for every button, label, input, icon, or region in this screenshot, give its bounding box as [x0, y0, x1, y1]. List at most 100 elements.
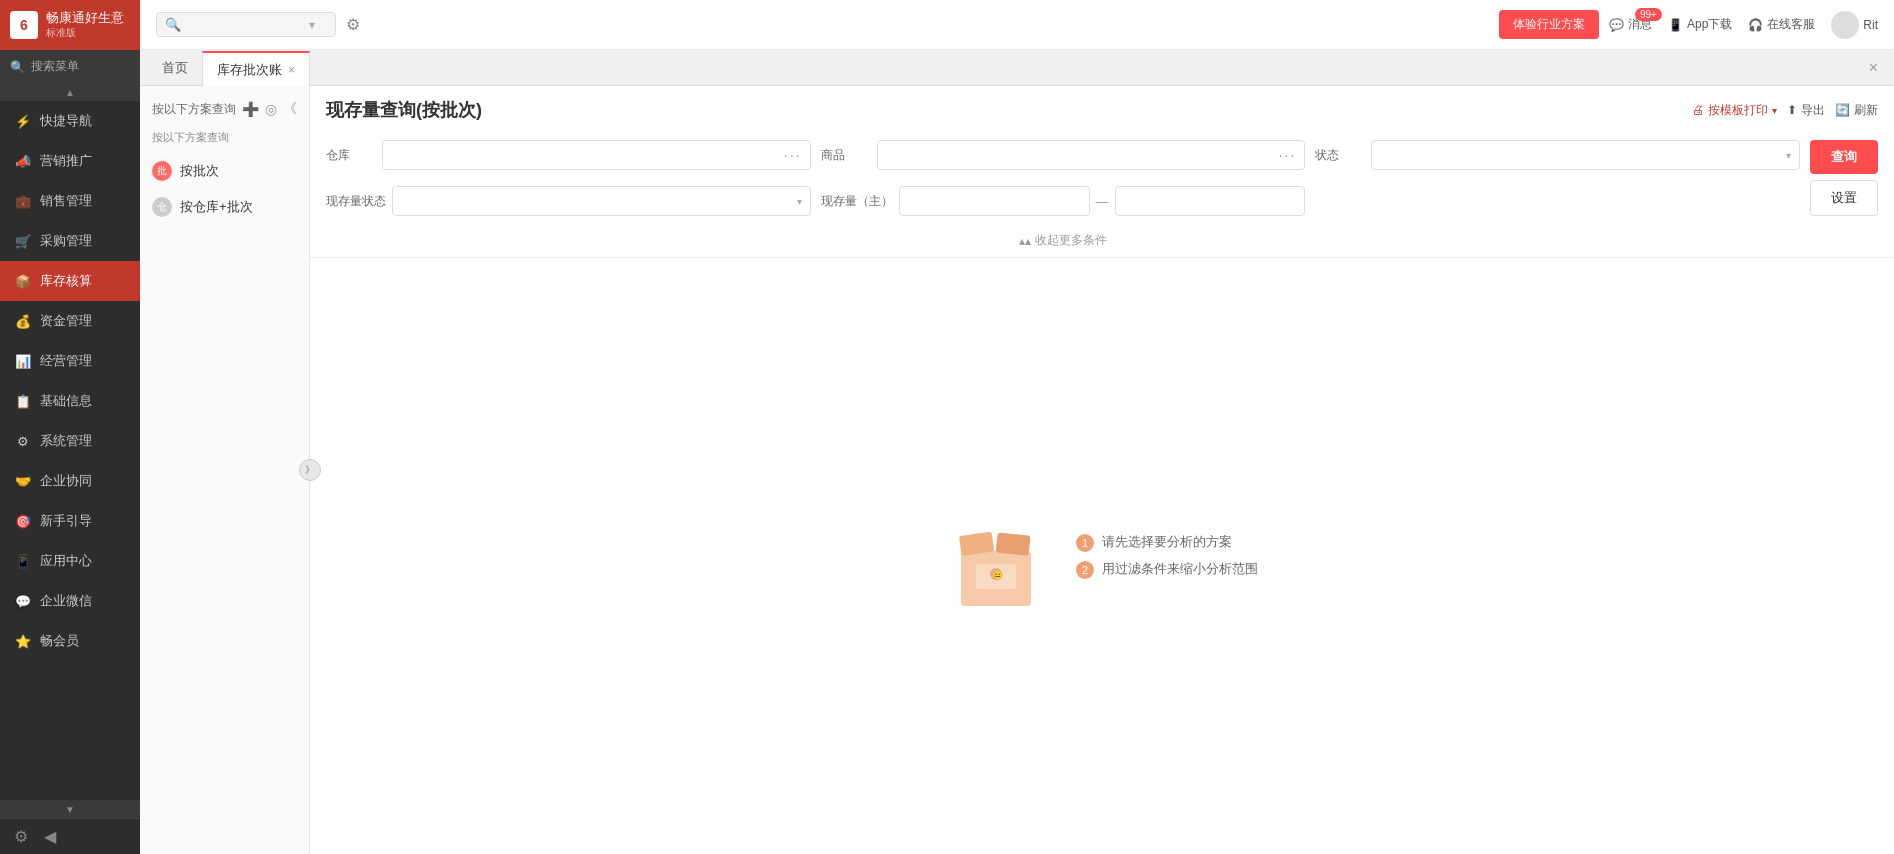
empty-tips: 1 请先选择要分析的方案 2 用过滤条件来缩小分析范围 [1076, 533, 1258, 579]
sidebar-item-member[interactable]: ⭐ 畅会员 [0, 621, 140, 661]
sidebar-item-appcenter[interactable]: 📱 应用中心 [0, 541, 140, 581]
sidebar-item-label: 资金管理 [40, 312, 92, 330]
experience-btn[interactable]: 体验行业方案 [1499, 10, 1599, 39]
empty-illustration: 😐 [946, 506, 1046, 606]
settings-bottom-icon[interactable]: ⚙ [14, 827, 28, 846]
sidebar-item-system[interactable]: ⚙ 系统管理 [0, 421, 140, 461]
filter-row-2: 现存量状态 ▾ 现存量（主） — [326, 178, 1800, 224]
sidebar-bottom: ⚙ ◀ [0, 818, 140, 854]
tip-2: 2 用过滤条件来缩小分析范围 [1076, 560, 1258, 579]
filter-main-row: 仓库 ··· 商品 ··· [326, 132, 1878, 257]
warehouse-label: 仓库 [326, 147, 376, 164]
tabbar: 首页 库存批次账 × × [140, 50, 1894, 86]
search-label: 搜索菜单 [31, 58, 79, 75]
sales-icon: 💼 [14, 192, 32, 210]
tab-home[interactable]: 首页 [148, 51, 202, 85]
stock-status-select[interactable]: ▾ [392, 186, 811, 216]
scheme-by-warehouse-batch-icon: 仓 [152, 197, 172, 217]
scroll-down-btn[interactable]: ▼ [0, 800, 140, 818]
status-field: 状态 ▾ [1315, 140, 1800, 170]
right-panel: 现存量查询(按批次) 🖨 按模板打印 ▾ ⬆ 导出 🔄 [310, 86, 1894, 854]
sidebar-item-purchase[interactable]: 🛒 采购管理 [0, 221, 140, 261]
status-select[interactable]: ▾ [1371, 140, 1800, 170]
target-scheme-icon[interactable]: ◎ [265, 101, 277, 117]
newbie-icon: 🎯 [14, 512, 32, 530]
app-title-block: 畅康通好生意 标准版 [46, 10, 124, 41]
refresh-btn[interactable]: 🔄 刷新 [1835, 102, 1878, 119]
collapse-panel-icon[interactable]: 《 [283, 100, 297, 118]
stock-status-label: 现存量状态 [326, 193, 386, 210]
print-dropdown-icon[interactable]: ▾ [1772, 105, 1777, 116]
member-icon: ⭐ [14, 632, 32, 650]
topbar-search-input[interactable] [185, 18, 305, 32]
settings-btn[interactable]: 设置 [1810, 180, 1878, 216]
tip-2-text: 用过滤条件来缩小分析范围 [1102, 560, 1258, 578]
stock-status-field: 现存量状态 ▾ [326, 186, 811, 216]
topbar-gear-icon[interactable]: ⚙ [346, 15, 360, 34]
tab-inventory-batch-label: 库存批次账 [217, 61, 282, 79]
search-icon: 🔍 [10, 60, 25, 74]
scheme-by-batch-label: 按批次 [180, 162, 219, 180]
scheme-panel-title: 按以下方案查询 [152, 101, 236, 118]
goods-input[interactable]: ··· [877, 140, 1306, 170]
scheme-panel-subtitle: 按以下方案查询 [140, 126, 309, 149]
dropdown-icon[interactable]: ▾ [309, 18, 315, 32]
sidebar-item-label: 快捷导航 [40, 112, 92, 130]
scroll-up-btn[interactable]: ▲ [0, 83, 140, 101]
warehouse-dots-icon: ··· [784, 147, 802, 163]
query-title-row: 现存量查询(按批次) 🖨 按模板打印 ▾ ⬆ 导出 🔄 [326, 98, 1878, 122]
sidebar-item-marketing[interactable]: 📣 营销推广 [0, 141, 140, 181]
sidebar-item-label: 应用中心 [40, 552, 92, 570]
scheme-by-batch[interactable]: 批 按批次 [140, 153, 309, 189]
collapse-more-btn[interactable]: ▴▴ 收起更多条件 [326, 224, 1800, 257]
sidebar-item-label: 企业微信 [40, 592, 92, 610]
stock-qty-from[interactable] [899, 186, 1090, 216]
purchase-icon: 🛒 [14, 232, 32, 250]
scheme-by-warehouse-batch[interactable]: 仓 按仓库+批次 [140, 189, 309, 225]
topbar: 🔍 ▾ ⚙ 体验行业方案 💬 消息 99+ 📱 App下载 🎧 在线客服 R [140, 0, 1894, 50]
sidebar-item-quick-nav[interactable]: ⚡ 快捷导航 [0, 101, 140, 141]
export-icon: ⬆ [1787, 103, 1797, 117]
sidebar-item-label: 畅会员 [40, 632, 79, 650]
sidebar-item-inventory[interactable]: 📦 库存核算 [0, 261, 140, 301]
panel-collapse-handle[interactable]: 》 [299, 459, 321, 481]
tab-inventory-batch[interactable]: 库存批次账 × [202, 51, 310, 87]
query-btn[interactable]: 查询 [1810, 140, 1878, 174]
tab-close-icon[interactable]: × [288, 63, 295, 77]
app-download-action[interactable]: 📱 App下载 [1668, 16, 1732, 33]
sidebar-item-label: 经营管理 [40, 352, 92, 370]
content-area: 按以下方案查询 ➕ ◎ 《 按以下方案查询 批 按批次 仓 按仓库+批次 》 现… [140, 86, 1894, 854]
topbar-search-box[interactable]: 🔍 ▾ [156, 12, 336, 37]
collapse-sidebar-icon[interactable]: ◀ [44, 827, 56, 846]
sidebar-item-basic[interactable]: 📋 基础信息 [0, 381, 140, 421]
sidebar-search[interactable]: 🔍 搜索菜单 [0, 50, 140, 83]
user-action[interactable]: Rit [1831, 11, 1878, 39]
sidebar-item-wechat[interactable]: 💬 企业微信 [0, 581, 140, 621]
tip-1: 1 请先选择要分析的方案 [1076, 533, 1258, 552]
goods-field: 商品 ··· [821, 140, 1306, 170]
sidebar-item-operations[interactable]: 📊 经营管理 [0, 341, 140, 381]
status-label: 状态 [1315, 147, 1365, 164]
panel-close-btn[interactable]: × [1861, 59, 1886, 77]
sidebar-item-newbie[interactable]: 🎯 新手引导 [0, 501, 140, 541]
sidebar-item-sales[interactable]: 💼 销售管理 [0, 181, 140, 221]
topbar-actions: 💬 消息 99+ 📱 App下载 🎧 在线客服 Rit [1609, 11, 1878, 39]
messages-badge: 99+ [1635, 8, 1662, 21]
refresh-icon: 🔄 [1835, 103, 1850, 117]
sidebar-item-finance[interactable]: 💰 资金管理 [0, 301, 140, 341]
marketing-icon: 📣 [14, 152, 32, 170]
headset-icon: 🎧 [1748, 18, 1763, 32]
scheme-by-batch-icon: 批 [152, 161, 172, 181]
online-service-action[interactable]: 🎧 在线客服 [1748, 16, 1815, 33]
goods-dots-icon: ··· [1279, 147, 1297, 163]
messages-icon: 💬 [1609, 18, 1624, 32]
stock-qty-to[interactable] [1115, 186, 1306, 216]
export-btn[interactable]: ⬆ 导出 [1787, 102, 1825, 119]
sidebar-item-cooperation[interactable]: 🤝 企业协同 [0, 461, 140, 501]
print-btn[interactable]: 🖨 按模板打印 ▾ [1692, 102, 1777, 119]
add-scheme-icon[interactable]: ➕ [242, 101, 259, 117]
tip-1-text: 请先选择要分析的方案 [1102, 533, 1232, 551]
messages-action[interactable]: 💬 消息 99+ [1609, 16, 1652, 33]
basic-icon: 📋 [14, 392, 32, 410]
warehouse-input[interactable]: ··· [382, 140, 811, 170]
